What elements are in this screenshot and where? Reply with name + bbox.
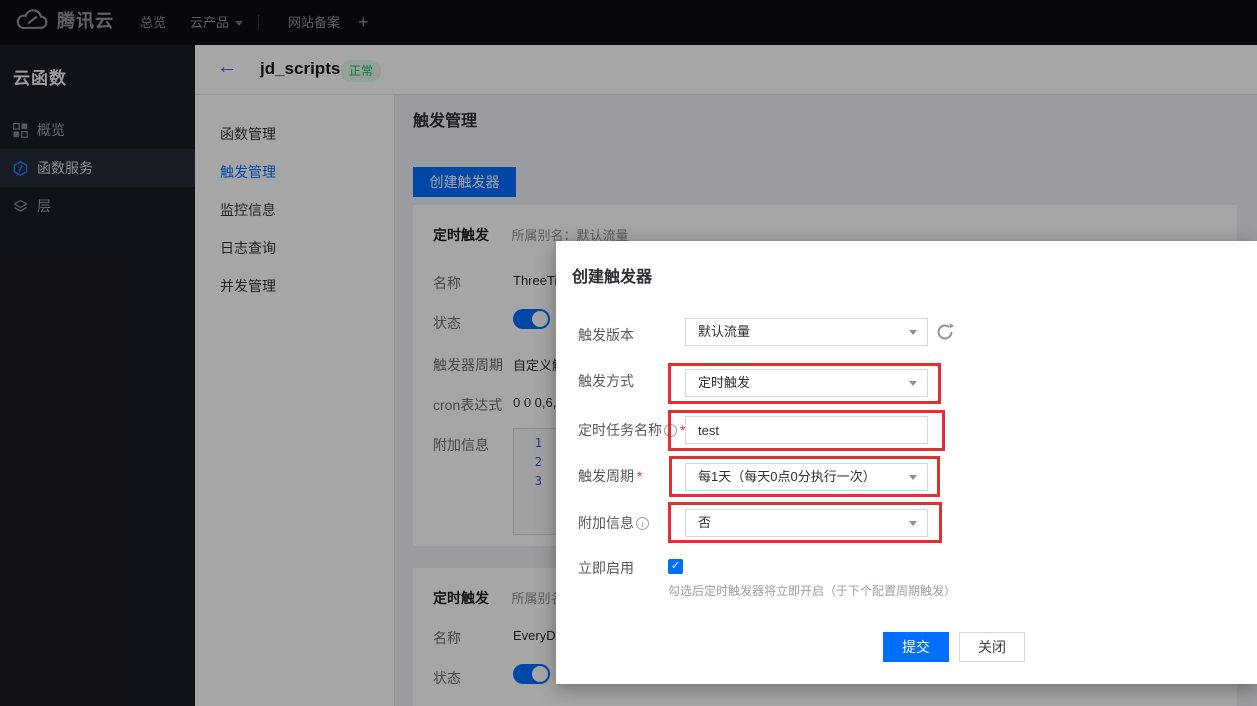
submit-button[interactable]: 提交 xyxy=(883,632,949,662)
trigger-version-label: 触发版本 xyxy=(578,325,634,345)
required-mark: * xyxy=(637,468,642,484)
task-name-label: 定时任务名称i* xyxy=(578,420,685,440)
chevron-down-icon xyxy=(909,381,917,386)
trigger-version-select[interactable]: 默认流量 xyxy=(685,318,928,346)
trigger-method-select[interactable]: 定时触发 xyxy=(685,369,928,397)
tencent-cloud-console: 腾讯云 总览 云产品 网站备案 + 云函数 概览 xyxy=(0,0,1257,706)
create-trigger-dialog: 创建触发器 触发版本 默认流量 触发方式 定时触发 定时任务名称i* 触发周期*… xyxy=(556,241,1257,684)
enable-now-checkbox[interactable]: ✓ xyxy=(668,559,683,574)
info-icon: i xyxy=(636,517,649,530)
extra-info-select[interactable]: 否 xyxy=(685,509,928,537)
info-icon: i xyxy=(664,424,677,437)
chevron-down-icon xyxy=(909,475,917,480)
close-button[interactable]: 关闭 xyxy=(959,632,1025,662)
task-name-input[interactable] xyxy=(685,416,928,444)
enable-helper-text: 勾选后定时触发器将立即开启（于下个配置周期触发） xyxy=(668,582,956,599)
refresh-icon[interactable] xyxy=(934,321,956,343)
chevron-down-icon xyxy=(909,521,917,526)
extra-info-label: 附加信息i xyxy=(578,513,649,533)
enable-now-label: 立即启用 xyxy=(578,558,634,578)
chevron-down-icon xyxy=(909,330,917,335)
trigger-cycle-label: 触发周期* xyxy=(578,466,642,486)
check-icon: ✓ xyxy=(671,560,680,572)
dialog-title: 创建触发器 xyxy=(572,263,652,287)
trigger-method-label: 触发方式 xyxy=(578,371,634,391)
trigger-cycle-select[interactable]: 每1天（每天0点0分执行一次） xyxy=(685,463,928,491)
